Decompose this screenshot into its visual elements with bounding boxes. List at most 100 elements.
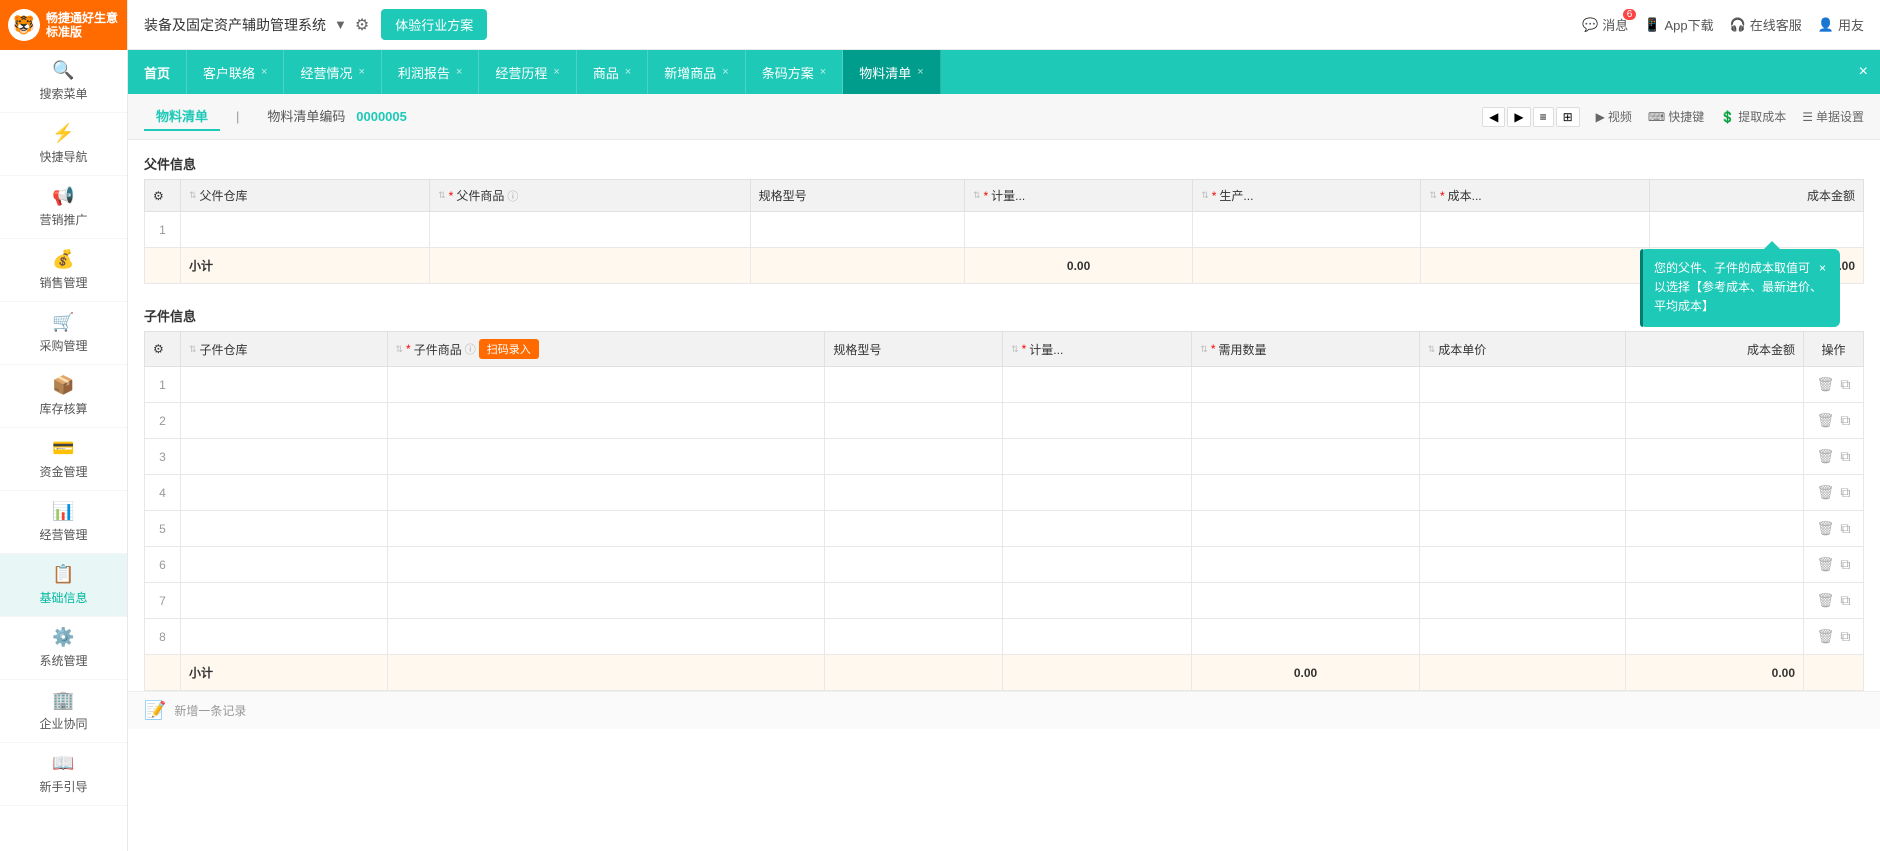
delete-row-icon-4[interactable]: 🗑 [1817, 484, 1835, 501]
sidebar-item-finance[interactable]: 💳 资金管理 [0, 428, 127, 491]
copy-row-icon-1[interactable]: ⧉ [1840, 376, 1850, 393]
child-cell-warehouse-1[interactable] [181, 367, 388, 403]
delete-row-icon-8[interactable]: 🗑 [1817, 628, 1835, 645]
child-cell-spec-8[interactable] [825, 619, 1003, 655]
child-cell-goods-7[interactable] [387, 583, 825, 619]
child-cell-costprice-6[interactable] [1419, 547, 1626, 583]
child-cell-qty-4[interactable] [1003, 475, 1192, 511]
parent-cell-qty-1[interactable] [964, 212, 1192, 248]
online-service-action[interactable]: 🎧 在线客服 [1730, 15, 1802, 34]
close-new-goods-icon[interactable]: × [722, 66, 728, 78]
child-cell-warehouse-8[interactable] [181, 619, 388, 655]
child-cell-costprice-3[interactable] [1419, 439, 1626, 475]
child-cell-needed-6[interactable] [1192, 547, 1419, 583]
child-th-settings[interactable]: ⚙ [145, 332, 181, 367]
child-cell-warehouse-5[interactable] [181, 511, 388, 547]
sidebar-item-system[interactable]: ⚙️ 系统管理 [0, 617, 127, 680]
child-cell-spec-7[interactable] [825, 583, 1003, 619]
nav-expand-button[interactable]: ⊞ [1556, 107, 1580, 127]
child-cell-costprice-5[interactable] [1419, 511, 1626, 547]
parent-cell-spec-1[interactable] [750, 212, 964, 248]
close-profit-icon[interactable]: × [456, 66, 462, 78]
child-cell-qty-5[interactable] [1003, 511, 1192, 547]
sub-tab-bom-code[interactable]: 物料清单编码 0000005 [255, 102, 418, 131]
child-cell-needed-2[interactable] [1192, 403, 1419, 439]
copy-row-icon-3[interactable]: ⧉ [1840, 448, 1850, 465]
sidebar-item-quicknav[interactable]: ⚡ 快捷导航 [0, 113, 127, 176]
delete-row-icon-1[interactable]: 🗑 [1817, 376, 1835, 393]
delete-row-icon-6[interactable]: 🗑 [1817, 556, 1835, 573]
child-cell-warehouse-2[interactable] [181, 403, 388, 439]
tab-customers[interactable]: 客户联络 × [187, 50, 284, 94]
nav-next-button[interactable]: ▶ [1507, 107, 1530, 127]
child-cell-spec-2[interactable] [825, 403, 1003, 439]
tab-history[interactable]: 经营历程 × [479, 50, 576, 94]
child-cell-spec-6[interactable] [825, 547, 1003, 583]
view-action[interactable]: ▶ 视频 [1596, 108, 1632, 125]
parent-cell-warehouse-1[interactable] [181, 212, 430, 248]
sidebar-item-sales[interactable]: 💰 销售管理 [0, 239, 127, 302]
child-cell-qty-6[interactable] [1003, 547, 1192, 583]
sidebar-item-marketing[interactable]: 📢 营销推广 [0, 176, 127, 239]
child-cell-needed-5[interactable] [1192, 511, 1419, 547]
sidebar-item-basic[interactable]: 📋 基础信息 [0, 554, 127, 617]
cost-action[interactable]: 💲 提取成本 [1720, 108, 1786, 125]
child-cell-qty-8[interactable] [1003, 619, 1192, 655]
child-cell-qty-1[interactable] [1003, 367, 1192, 403]
sidebar-item-guide[interactable]: 📖 新手引导 [0, 743, 127, 806]
child-cell-goods-8[interactable] [387, 619, 825, 655]
close-goods-icon[interactable]: × [625, 66, 631, 78]
sidebar-item-search[interactable]: 🔍 搜索菜单 [0, 50, 127, 113]
sidebar-item-operations[interactable]: 📊 经营管理 [0, 491, 127, 554]
child-cell-warehouse-4[interactable] [181, 475, 388, 511]
delete-row-icon-2[interactable]: 🗑 [1817, 412, 1835, 429]
child-cell-warehouse-7[interactable] [181, 583, 388, 619]
delete-row-icon-7[interactable]: 🗑 [1817, 592, 1835, 609]
sidebar-item-enterprise[interactable]: 🏢 企业协同 [0, 680, 127, 743]
child-cell-needed-1[interactable] [1192, 367, 1419, 403]
child-cell-needed-7[interactable] [1192, 583, 1419, 619]
close-bom-icon[interactable]: × [917, 66, 923, 78]
goods-help-icon[interactable]: ⓘ [507, 188, 518, 204]
user-avatar[interactable]: 👤 用友 [1818, 15, 1864, 34]
close-history-icon[interactable]: × [553, 66, 559, 78]
child-cell-warehouse-3[interactable] [181, 439, 388, 475]
close-customers-icon[interactable]: × [261, 66, 267, 78]
close-all-tabs-button[interactable]: × [1847, 63, 1880, 81]
child-cell-warehouse-6[interactable] [181, 547, 388, 583]
child-cell-costprice-2[interactable] [1419, 403, 1626, 439]
message-action[interactable]: 💬 消息 6 [1582, 15, 1628, 34]
tab-operations[interactable]: 经营情况 × [284, 50, 381, 94]
delete-row-icon-3[interactable]: 🗑 [1817, 448, 1835, 465]
scan-button[interactable]: 扫码录入 [479, 339, 539, 359]
tab-goods[interactable]: 商品 × [577, 50, 648, 94]
child-cell-needed-8[interactable] [1192, 619, 1419, 655]
copy-row-icon-7[interactable]: ⧉ [1840, 592, 1850, 609]
sidebar-item-purchase[interactable]: 🛒 采购管理 [0, 302, 127, 365]
tab-home[interactable]: 首页 [128, 50, 187, 94]
child-cell-needed-3[interactable] [1192, 439, 1419, 475]
child-cell-spec-5[interactable] [825, 511, 1003, 547]
copy-row-icon-2[interactable]: ⧉ [1840, 412, 1850, 429]
copy-row-icon-8[interactable]: ⧉ [1840, 628, 1850, 645]
child-cell-spec-3[interactable] [825, 439, 1003, 475]
add-row-icon[interactable]: 📝 [144, 700, 166, 721]
settings-gear-icon[interactable]: ⚙ [355, 15, 369, 35]
nav-prev-button[interactable]: ◀ [1482, 107, 1505, 127]
shortcut-action[interactable]: ⌨ 快捷键 [1648, 108, 1704, 125]
copy-row-icon-5[interactable]: ⧉ [1840, 520, 1850, 537]
child-cell-costprice-7[interactable] [1419, 583, 1626, 619]
sub-tab-bom-list[interactable]: 物料清单 [144, 102, 220, 131]
tab-barcode[interactable]: 条码方案 × [746, 50, 843, 94]
tooltip-close-button[interactable]: × [1819, 259, 1826, 278]
child-cell-qty-2[interactable] [1003, 403, 1192, 439]
sidebar-item-inventory[interactable]: 📦 库存核算 [0, 365, 127, 428]
tab-bom[interactable]: 物料清单 × [843, 50, 940, 94]
parent-cell-goods-1[interactable] [430, 212, 751, 248]
close-barcode-icon[interactable]: × [820, 66, 826, 78]
child-cell-costprice-1[interactable] [1419, 367, 1626, 403]
child-cell-goods-2[interactable] [387, 403, 825, 439]
close-operations-icon[interactable]: × [358, 66, 364, 78]
child-cell-goods-1[interactable] [387, 367, 825, 403]
child-cell-costprice-8[interactable] [1419, 619, 1626, 655]
